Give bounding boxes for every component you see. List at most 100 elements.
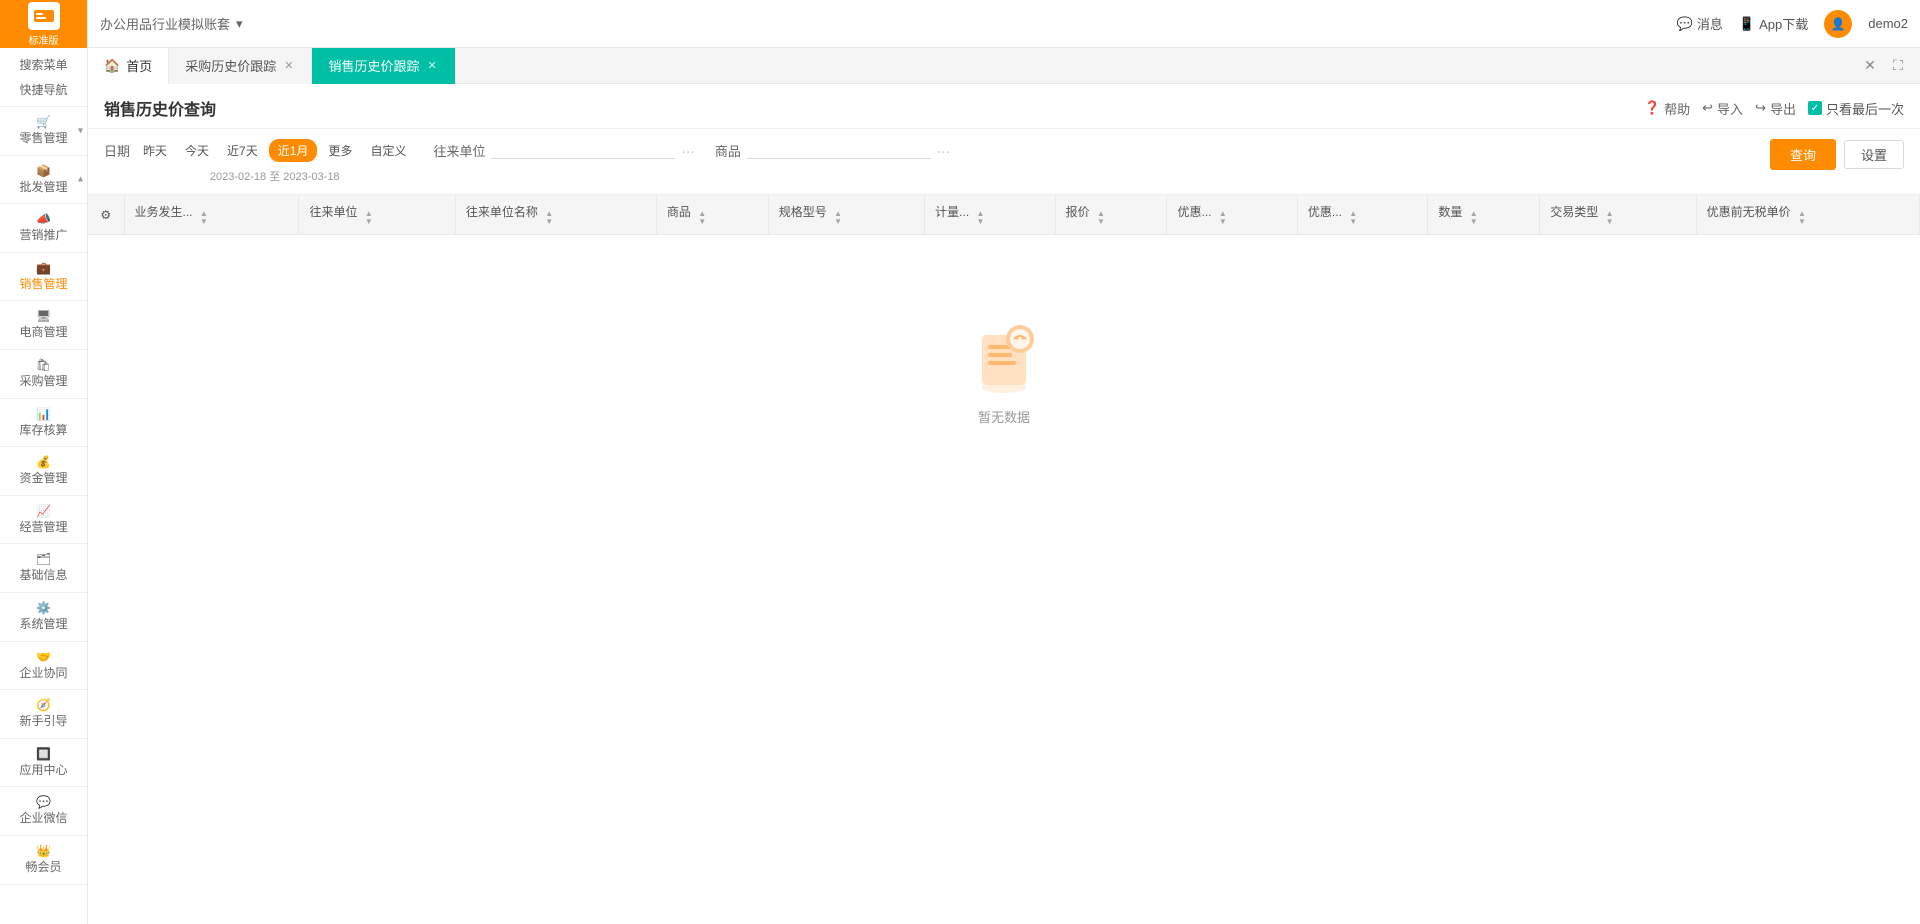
partner-input-group: ... [491, 139, 694, 159]
page-body: 销售历史价查询 ❓ 帮助 ↩ 导入 ↪ 导出 只看最后一次 [88, 84, 1920, 924]
sidebar-item-label: 经营管理 [19, 520, 67, 536]
goods-filter-group: 商品 ... [715, 139, 950, 160]
dropdown-icon: ▾ [236, 16, 243, 32]
date-btn-7days[interactable]: 近7天 [220, 139, 265, 162]
tab-purchase-close[interactable]: ✕ [282, 57, 295, 74]
tab-sales-close[interactable]: ✕ [425, 57, 438, 74]
company-selector[interactable]: 办公用品行业模拟账套 ▾ [100, 14, 1665, 33]
sidebar-item-system[interactable]: ⚙️ 系统管理 [0, 593, 87, 642]
message-btn[interactable]: 💬 消息 [1677, 14, 1723, 33]
sidebar-item-basic[interactable]: 🗂 基础信息 [0, 544, 87, 593]
tab-sales-label: 销售历史价跟踪 [328, 56, 419, 75]
only-last-checkbox[interactable]: 只看最后一次 [1808, 99, 1904, 118]
help-btn[interactable]: ❓ 帮助 [1644, 99, 1690, 118]
date-btn-custom[interactable]: 自定义 [363, 139, 413, 162]
sidebar-item-purchase[interactable]: 🛍 采购管理 [0, 350, 87, 399]
close-window-btn[interactable]: ✕ [1860, 56, 1880, 76]
operations-icon: 📈 [36, 504, 51, 518]
sidebar-item-marketing[interactable]: 📣 营销推广 [0, 204, 87, 253]
export-btn[interactable]: ↪ 导出 [1755, 99, 1796, 118]
quick-nav-btn[interactable]: 快捷导航 [0, 77, 87, 102]
sidebar-item-label: 采购管理 [19, 374, 67, 390]
col-pretax-price[interactable]: 优惠前无税单价 ▲▼ [1696, 195, 1919, 235]
date-btn-more[interactable]: 更多 [321, 139, 359, 162]
sidebar-item-retail[interactable]: 🛒 零售管理 ▾ [0, 107, 87, 156]
date-range-display: 2023-02-18 至 2023-03-18 [210, 168, 340, 184]
goods-dots-btn[interactable]: ... [937, 140, 950, 158]
sort-icon: ▲▼ [1606, 210, 1614, 226]
goods-input[interactable] [747, 139, 931, 159]
filter-action-buttons: 查询 设置 [1770, 139, 1904, 170]
sort-icon: ▲▼ [1798, 210, 1806, 226]
partner-input[interactable] [491, 139, 675, 159]
search-menu-btn[interactable]: 搜索菜单 [0, 52, 87, 77]
col-quote[interactable]: 报价 ▲▼ [1055, 195, 1167, 235]
checkbox-checked-icon [1808, 101, 1822, 115]
col-biz-date[interactable]: 业务发生... ▲▼ [124, 195, 299, 235]
page-title: 销售历史价查询 [104, 96, 216, 120]
message-label: 消息 [1697, 14, 1723, 33]
system-icon: ⚙️ [36, 601, 51, 615]
user-name[interactable]: demo2 [1868, 16, 1908, 31]
page-header: 销售历史价查询 ❓ 帮助 ↩ 导入 ↪ 导出 只看最后一次 [88, 84, 1920, 129]
guide-icon: 🧭 [36, 698, 51, 712]
sidebar-item-label: 营销推广 [19, 228, 67, 244]
main-content: 办公用品行业模拟账套 ▾ 💬 消息 📱 App下载 👤 demo2 🏠 首页 采… [88, 0, 1920, 924]
import-label: 导入 [1717, 99, 1743, 118]
sidebar-item-label: 畅会员 [25, 860, 61, 876]
sidebar-item-wechat[interactable]: 💬 企业微信 [0, 787, 87, 836]
col-spec[interactable]: 规格型号 ▲▼ [768, 195, 924, 235]
wholesale-icon: 📦 [36, 164, 51, 178]
sidebar-item-ecommerce[interactable]: 🖥 电商管理 [0, 301, 87, 350]
date-btn-today[interactable]: 今天 [178, 139, 216, 162]
partner-dots-btn[interactable]: ... [681, 140, 694, 158]
sidebar-item-inventory[interactable]: 📊 库存核算 [0, 399, 87, 448]
sort-icon: ▲▼ [1470, 210, 1478, 226]
empty-text: 暂无数据 [978, 407, 1030, 426]
sidebar-item-guide[interactable]: 🧭 新手引导 [0, 690, 87, 739]
table-container: ⚙ 业务发生... ▲▼ 往来单位 ▲▼ 往来单位名称 ▲▼ [88, 195, 1920, 924]
date-btn-yesterday[interactable]: 昨天 [136, 139, 174, 162]
col-discount2[interactable]: 优惠... ▲▼ [1297, 195, 1427, 235]
date-btn-1month[interactable]: 近1月 [269, 139, 318, 162]
sidebar-item-label: 库存核算 [19, 423, 67, 439]
partner-filter-group: 往来单位 ... [433, 139, 694, 160]
col-goods[interactable]: 商品 ▲▼ [656, 195, 768, 235]
sidebar-item-operations[interactable]: 📈 经营管理 [0, 496, 87, 545]
date-filter-label: 日期 [104, 139, 130, 160]
col-settings[interactable]: ⚙ [88, 195, 124, 235]
import-btn[interactable]: ↩ 导入 [1702, 99, 1743, 118]
tab-home[interactable]: 🏠 首页 [88, 48, 169, 84]
tab-bar: 🏠 首页 采购历史价跟踪 ✕ 销售历史价跟踪 ✕ ✕ ⛶ [88, 48, 1920, 84]
chevron-down-icon: ▾ [78, 125, 83, 136]
col-partner-code[interactable]: 往来单位 ▲▼ [299, 195, 455, 235]
col-qty[interactable]: 数量 ▲▼ [1428, 195, 1540, 235]
sort-icon: ▲▼ [977, 210, 985, 226]
sidebar-item-label: 电商管理 [19, 325, 67, 341]
sidebar-item-app-center[interactable]: 🔲 应用中心 [0, 739, 87, 788]
col-unit[interactable]: 计量... ▲▼ [925, 195, 1055, 235]
sidebar-item-label: 新手引导 [19, 714, 67, 730]
tab-purchase-history[interactable]: 采购历史价跟踪 ✕ [169, 48, 312, 84]
purchase-icon: 🛍 [36, 358, 51, 372]
user-avatar[interactable]: 👤 [1824, 10, 1852, 38]
col-trade-type[interactable]: 交易类型 ▲▼ [1540, 195, 1696, 235]
wechat-icon: 💬 [36, 795, 51, 809]
sidebar-item-sales[interactable]: 💼 销售管理 [0, 253, 87, 302]
col-partner-name[interactable]: 往来单位名称 ▲▼ [455, 195, 656, 235]
goods-filter-label: 商品 [715, 139, 741, 160]
sidebar-item-member[interactable]: 👑 畅会员 [0, 836, 87, 885]
sidebar-item-wholesale[interactable]: 📦 批发管理 ▴ [0, 156, 87, 205]
tab-sales-history[interactable]: 销售历史价跟踪 ✕ [312, 48, 455, 84]
maximize-btn[interactable]: ⛶ [1888, 56, 1908, 76]
settings-btn[interactable]: 设置 [1844, 140, 1904, 169]
sidebar-item-label: 应用中心 [19, 763, 67, 779]
sidebar-item-enterprise[interactable]: 🤝 企业协同 [0, 642, 87, 691]
sidebar-item-finance[interactable]: 💰 资金管理 [0, 447, 87, 496]
app-download-btn[interactable]: 📱 App下载 [1739, 14, 1808, 33]
query-btn[interactable]: 查询 [1770, 139, 1836, 170]
help-icon: ❓ [1644, 100, 1660, 116]
col-discount1[interactable]: 优惠... ▲▼ [1167, 195, 1297, 235]
app-logo[interactable]: 标准版 [0, 0, 87, 48]
inventory-icon: 📊 [36, 407, 51, 421]
